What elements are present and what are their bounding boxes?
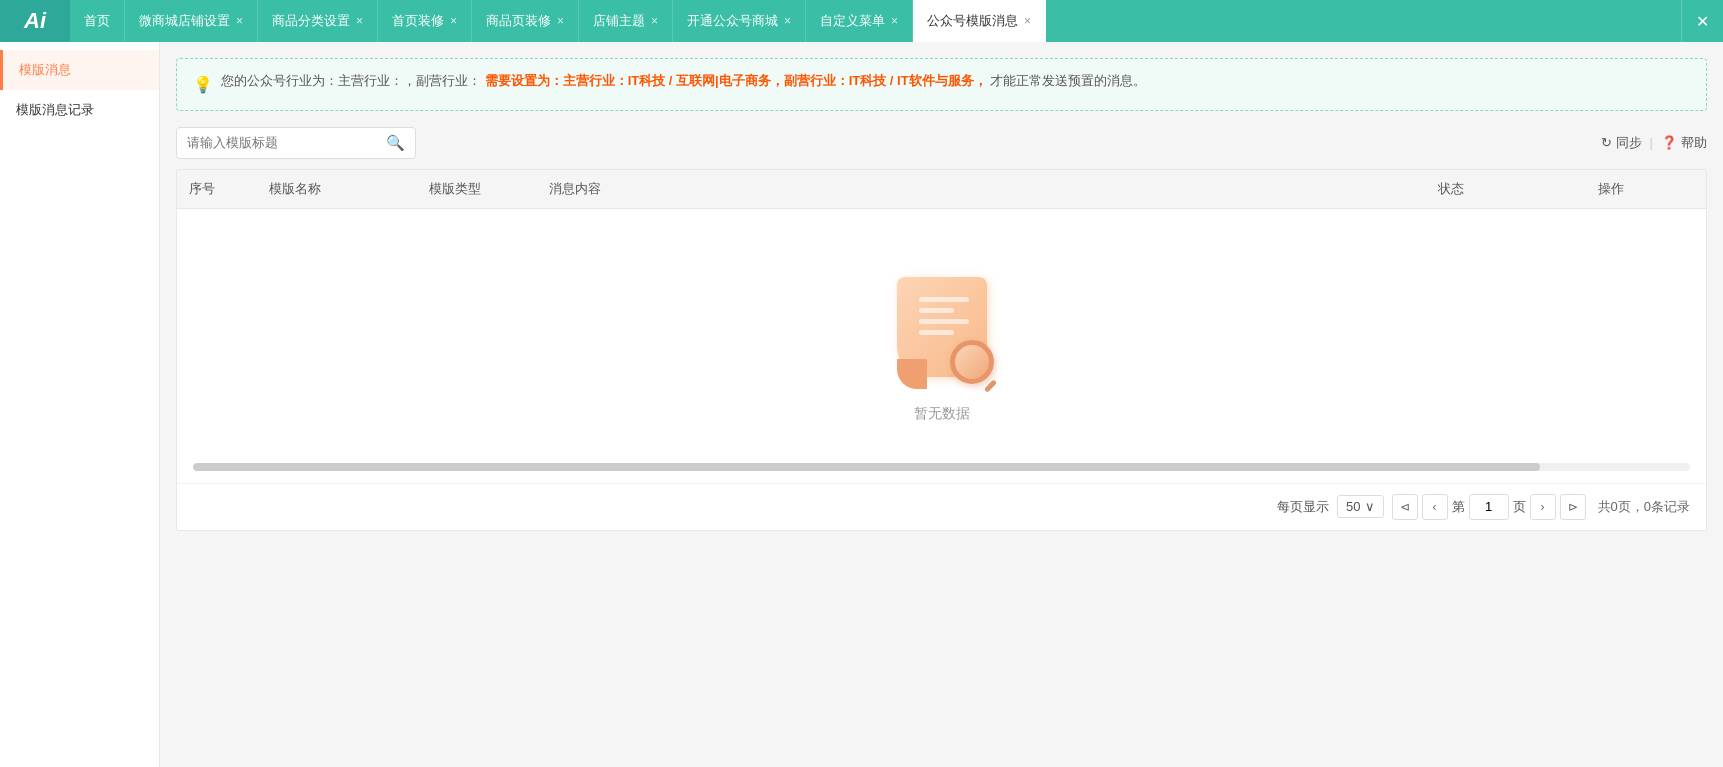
close-tab-shop-theme[interactable]: ×: [651, 14, 658, 28]
sidebar-item-template-msg-log[interactable]: 模版消息记录: [0, 90, 159, 130]
nav-tab-home-decor[interactable]: 首页装修×: [378, 0, 472, 42]
page-label-suffix: 页: [1513, 498, 1526, 516]
close-tab-wechat-shop[interactable]: ×: [236, 14, 243, 28]
nav-tab-product-decor[interactable]: 商品页装修×: [472, 0, 579, 42]
nav-tab-product-category[interactable]: 商品分类设置×: [258, 0, 378, 42]
table-header-cell: 序号: [177, 170, 257, 208]
sync-icon: ↻: [1601, 135, 1612, 150]
close-tab-product-category[interactable]: ×: [356, 14, 363, 28]
nav-tab-home[interactable]: 首页: [70, 0, 125, 42]
app-logo: Ai: [0, 0, 70, 42]
per-page-value: 50: [1346, 499, 1360, 514]
nav-tab-open-mall[interactable]: 开通公众号商城×: [673, 0, 806, 42]
table-header: 序号模版名称模版类型消息内容状态操作: [177, 170, 1706, 209]
search-input[interactable]: [177, 129, 376, 156]
help-icon: ❓: [1661, 135, 1677, 150]
divider: |: [1650, 135, 1653, 150]
table-header-cell: 消息内容: [537, 170, 1426, 208]
table-header-cell: 操作: [1586, 170, 1706, 208]
nav-tabs: 首页微商城店铺设置×商品分类设置×首页装修×商品页装修×店铺主题×开通公众号商城…: [70, 0, 1681, 42]
top-nav: Ai 首页微商城店铺设置×商品分类设置×首页装修×商品页装修×店铺主题×开通公众…: [0, 0, 1723, 42]
page-input[interactable]: [1469, 494, 1509, 520]
pagination: 每页显示 50 ∨ ⊲ ‹ 第 页 › ⊳ 共0页，0条记录: [177, 483, 1706, 530]
bulb-icon: 💡: [193, 72, 213, 98]
per-page-label: 每页显示: [1277, 498, 1329, 516]
main-content: 💡 您的公众号行业为：主营行业：，副营行业： 需要设置为：主营行业：IT科技 /…: [160, 42, 1723, 767]
scrollbar-thumb: [193, 463, 1540, 471]
close-all-button[interactable]: ✕: [1681, 0, 1723, 42]
next-page-button[interactable]: ›: [1530, 494, 1556, 520]
empty-text: 暂无数据: [914, 405, 970, 423]
toolbar: 🔍 ↻ 同步 | ❓ 帮助: [176, 127, 1707, 159]
doc-line-3: [919, 319, 969, 324]
alert-text: 您的公众号行业为：主营行业：，副营行业： 需要设置为：主营行业：IT科技 / 互…: [221, 71, 1146, 92]
table-header-cell: 模版名称: [257, 170, 417, 208]
close-tab-home-decor[interactable]: ×: [450, 14, 457, 28]
last-page-button[interactable]: ⊳: [1560, 494, 1586, 520]
close-tab-product-decor[interactable]: ×: [557, 14, 564, 28]
per-page-select[interactable]: 50 ∨: [1337, 495, 1383, 518]
empty-state: 暂无数据: [177, 209, 1706, 463]
table-header-cell: 模版类型: [417, 170, 537, 208]
close-tab-open-mall[interactable]: ×: [784, 14, 791, 28]
help-button[interactable]: ❓ 帮助: [1661, 134, 1707, 152]
alert-banner: 💡 您的公众号行业为：主营行业：，副营行业： 需要设置为：主营行业：IT科技 /…: [176, 58, 1707, 111]
prev-page-button[interactable]: ‹: [1422, 494, 1448, 520]
empty-icon: [882, 269, 1002, 389]
main-layout: 模版消息模版消息记录 💡 您的公众号行业为：主营行业：，副营行业： 需要设置为：…: [0, 42, 1723, 767]
first-page-button[interactable]: ⊲: [1392, 494, 1418, 520]
sidebar-item-template-msg[interactable]: 模版消息: [0, 50, 159, 90]
scrollbar-track[interactable]: [193, 463, 1690, 471]
nav-tab-shop-theme[interactable]: 店铺主题×: [579, 0, 673, 42]
toolbar-right: ↻ 同步 | ❓ 帮助: [1601, 134, 1707, 152]
sync-button[interactable]: ↻ 同步: [1601, 134, 1642, 152]
sidebar: 模版消息模版消息记录: [0, 42, 160, 767]
search-button[interactable]: 🔍: [376, 128, 415, 158]
nav-tab-template-msg[interactable]: 公众号模版消息×: [913, 0, 1046, 42]
close-tab-template-msg[interactable]: ×: [1024, 14, 1031, 28]
table-container: 序号模版名称模版类型消息内容状态操作 暂无数据: [176, 169, 1707, 531]
magnify-icon: [950, 340, 994, 384]
pagination-nav: ⊲ ‹ 第 页 › ⊳: [1392, 494, 1586, 520]
dropdown-icon: ∨: [1365, 499, 1375, 514]
close-tab-custom-menu[interactable]: ×: [891, 14, 898, 28]
doc-line-2: [919, 308, 954, 313]
doc-line-1: [919, 297, 969, 302]
doc-line-4: [919, 330, 954, 335]
search-box: 🔍: [176, 127, 416, 159]
page-label-prefix: 第: [1452, 498, 1465, 516]
nav-tab-custom-menu[interactable]: 自定义菜单×: [806, 0, 913, 42]
table-header-cell: 状态: [1426, 170, 1586, 208]
total-info: 共0页，0条记录: [1598, 498, 1690, 516]
doc-lines: [919, 297, 969, 341]
nav-tab-wechat-shop[interactable]: 微商城店铺设置×: [125, 0, 258, 42]
